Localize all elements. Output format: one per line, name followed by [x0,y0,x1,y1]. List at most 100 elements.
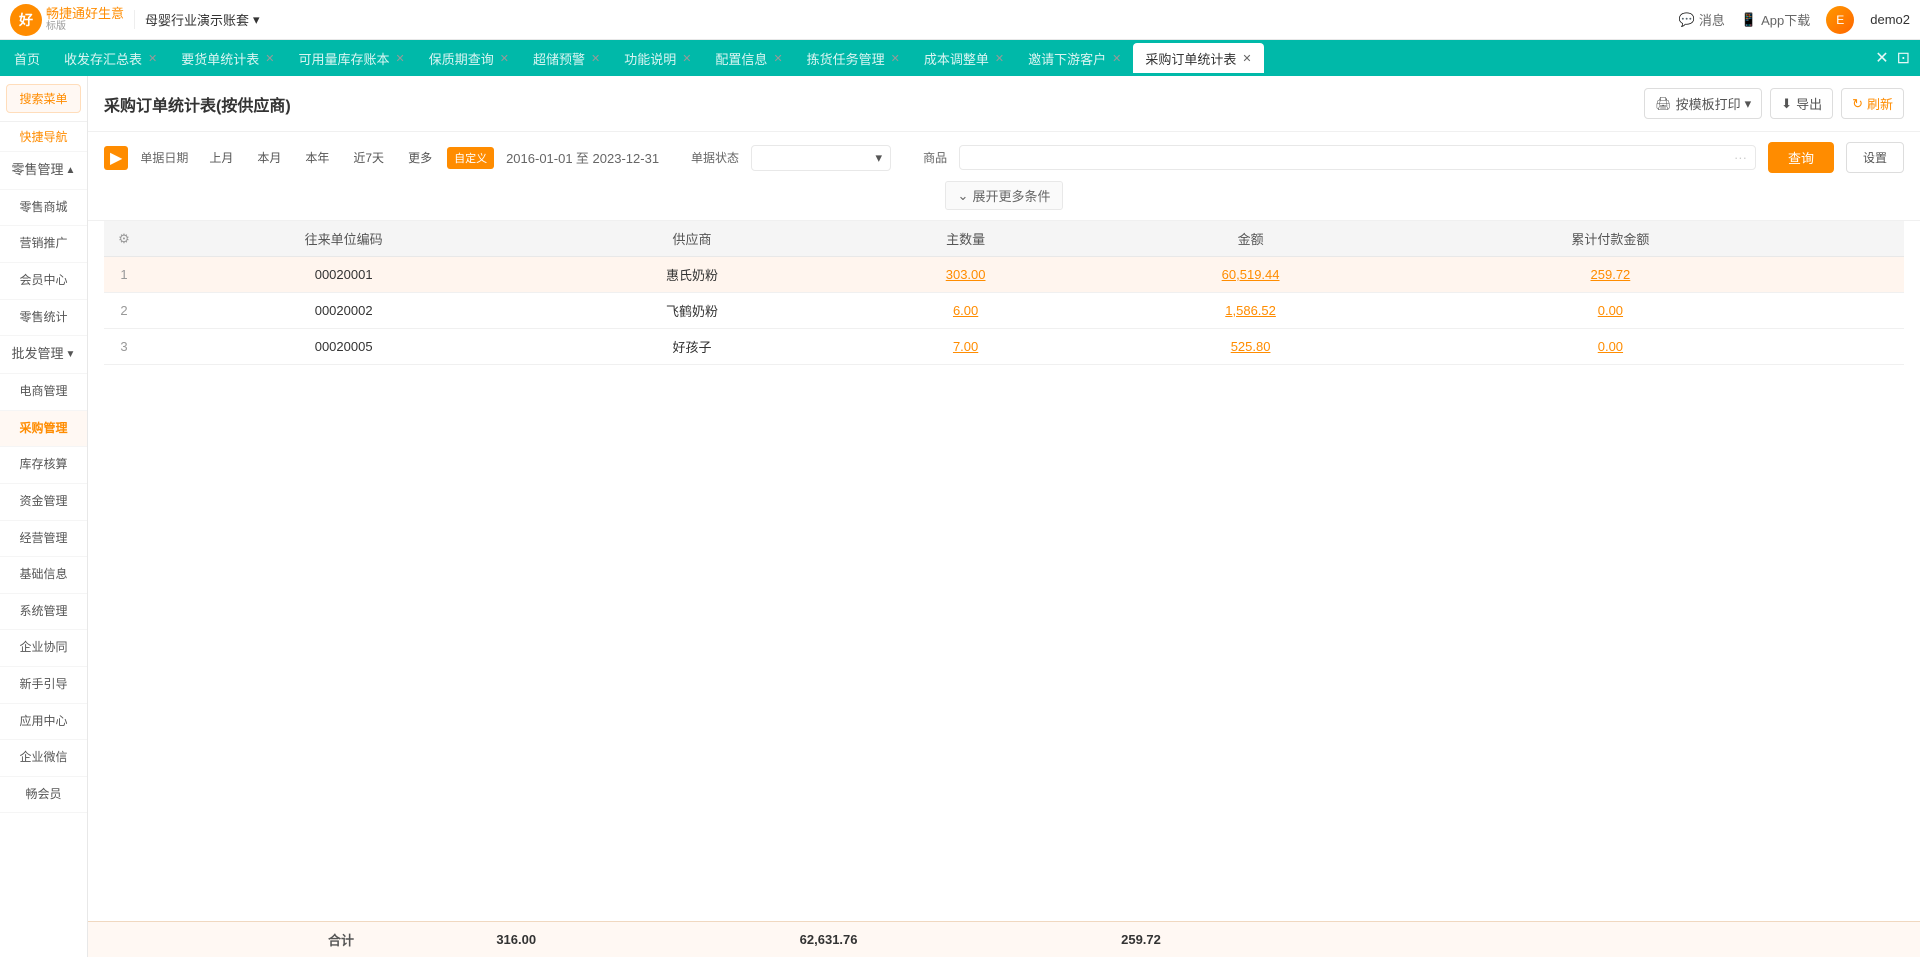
logo-text: 畅捷通好生意 标版 [46,6,124,34]
settings-button[interactable]: 设置 [1846,142,1904,173]
product-input[interactable]: ··· [959,145,1756,170]
sidebar-item-ecommerce-mgmt[interactable]: 电商管理 [0,374,87,411]
expand-more-button[interactable]: ⌄ 展开更多条件 [945,181,1064,210]
tab-close-icon[interactable]: ✕ [265,52,274,65]
nav-tabs: 首页 收发存汇总表 ✕ 要货单统计表 ✕ 可用量库存账本 ✕ 保质期查询 ✕ 超… [0,40,1920,76]
avatar: E [1826,6,1854,34]
tab-close-icon[interactable]: ✕ [891,52,900,65]
tab-config-info[interactable]: 配置信息 ✕ [703,43,794,73]
table-row[interactable]: 2 00020002 飞鹤奶粉 6.00 1,586.52 0.00 [104,293,1904,329]
tab-close-icon[interactable]: ✕ [1112,52,1121,65]
table-header-row: ⚙ 往来单位编码 供应商 主数量 金额 累计付款金额 [104,221,1904,257]
status-select[interactable]: ▾ [751,145,891,171]
table-row[interactable]: 1 00020001 惠氏奶粉 303.00 60,519.44 259.72 [104,257,1904,293]
sidebar-item-new-guide[interactable]: 新手引导 [0,667,87,704]
tab-function-desc[interactable]: 功能说明 ✕ [612,43,703,73]
cell-qty[interactable]: 6.00 [841,293,1091,329]
sidebar-item-retail-stats[interactable]: 零售统计 [0,300,87,337]
date-chip-more[interactable]: 更多 [399,146,441,169]
th-settings[interactable]: ⚙ [104,221,144,257]
th-supplier: 供应商 [543,221,841,257]
tab-home[interactable]: 首页 [2,43,52,73]
tab-close-icon[interactable]: ✕ [995,52,1004,65]
message-icon: 💬 [1679,12,1695,28]
workspace-selector[interactable]: 母婴行业演示账套 ▾ [134,10,260,29]
date-chip-last-month[interactable]: 上月 [200,146,242,169]
export-button[interactable]: ⬇ 导出 [1770,88,1833,119]
filter-collapse-icon[interactable]: ▶ [104,146,128,170]
cell-supplier: 飞鹤奶粉 [543,293,841,329]
date-chips: 上月 本月 本年 近7天 更多 自定义 [200,146,494,169]
tab-close-icon[interactable]: ✕ [591,52,600,65]
app-download-button[interactable]: 📱 App下载 [1741,10,1810,29]
tab-invite-downstream[interactable]: 邀请下游客户 ✕ [1016,43,1133,73]
close-tab-button[interactable]: ✕ [1875,48,1888,68]
quick-nav-button[interactable]: 快捷导航 [0,122,87,152]
date-chip-7days[interactable]: 近7天 [344,146,393,169]
cell-paid[interactable]: 0.00 [1411,293,1810,329]
expand-row: ⌄ 展开更多条件 [104,181,1904,210]
user-name[interactable]: demo2 [1870,12,1910,27]
cell-amount[interactable]: 60,519.44 [1090,257,1410,293]
tab-receive-send[interactable]: 收发存汇总表 ✕ [52,43,169,73]
sidebar-item-app-center[interactable]: 应用中心 [0,704,87,741]
search-menu-button[interactable]: 搜索菜单 [6,84,81,113]
cell-paid[interactable]: 259.72 [1411,257,1810,293]
cell-amount[interactable]: 1,586.52 [1090,293,1410,329]
date-chip-this-month[interactable]: 本月 [248,146,290,169]
date-chip-custom[interactable]: 自定义 [447,147,494,169]
tab-purchase-order-stats[interactable]: 采购订单统计表 ✕ [1133,43,1263,73]
chevron-down-icon: ▾ [1745,96,1752,112]
cell-paid[interactable]: 0.00 [1411,329,1810,365]
refresh-button[interactable]: ↻ 刷新 [1841,88,1904,119]
sidebar-item-retail-mgmt[interactable]: 零售管理 ▲ [0,152,87,190]
sidebar-item-system-mgmt[interactable]: 系统管理 [0,594,87,631]
query-button[interactable]: 查询 [1768,142,1834,173]
message-button[interactable]: 💬 消息 [1679,10,1725,29]
sidebar-item-basic-info[interactable]: 基础信息 [0,557,87,594]
cell-amount[interactable]: 525.80 [1090,329,1410,365]
sidebar-item-member[interactable]: 畅会员 [0,777,87,814]
sidebar-item-operations[interactable]: 经营管理 [0,521,87,558]
tab-close-icon[interactable]: ✕ [500,52,509,65]
maximize-button[interactable]: ⊡ [1897,48,1910,68]
sidebar-item-wholesale-mgmt[interactable]: 批发管理 ▼ [0,336,87,374]
tab-close-icon[interactable]: ✕ [396,52,405,65]
th-amount: 金额 [1090,221,1410,257]
tab-close-icon[interactable]: ✕ [773,52,782,65]
cell-empty [1810,293,1904,329]
chevron-down-icon: ⌄ [958,188,969,204]
table-row[interactable]: 3 00020005 好孩子 7.00 525.80 0.00 [104,329,1904,365]
date-chip-this-year[interactable]: 本年 [296,146,338,169]
chevron-down-icon: ▾ [876,150,883,166]
tab-close-icon[interactable]: ✕ [682,52,691,65]
tab-pick-task[interactable]: 拣货任务管理 ✕ [795,43,912,73]
template-print-button[interactable]: 🖨 按模板打印 ▾ [1644,88,1762,119]
tab-order-stats[interactable]: 要货单统计表 ✕ [169,43,286,73]
cell-supplier: 好孩子 [543,329,841,365]
cell-qty[interactable]: 7.00 [841,329,1091,365]
sidebar-item-inventory[interactable]: 库存核算 [0,447,87,484]
footer-paid: 259.72 [991,932,1291,947]
tab-close-icon[interactable]: ✕ [148,52,157,65]
tab-close-icon[interactable]: ✕ [1242,52,1251,65]
tab-available-stock[interactable]: 可用量库存账本 ✕ [286,43,416,73]
tab-expiry-query[interactable]: 保质期查询 ✕ [417,43,521,73]
sidebar-item-purchase-mgmt[interactable]: 采购管理 [0,411,87,448]
date-filter-label: 单据日期 [140,149,188,166]
product-filter-label: 商品 [923,149,947,166]
sidebar-item-retail-store[interactable]: 零售商城 [0,190,87,227]
cell-qty[interactable]: 303.00 [841,257,1091,293]
sidebar-item-marketing[interactable]: 营销推广 [0,226,87,263]
data-table: ⚙ 往来单位编码 供应商 主数量 金额 累计付款金额 1 00020001 [104,221,1904,365]
content-area: 采购订单统计表(按供应商) 🖨 按模板打印 ▾ ⬇ 导出 ↻ 刷新 [88,76,1920,957]
footer-amount: 62,631.76 [678,932,978,947]
sidebar-item-finance[interactable]: 资金管理 [0,484,87,521]
filter-row-1: ▶ 单据日期 上月 本月 本年 近7天 更多 自定义 2016-01-01 至 … [104,142,1904,173]
table-header: ⚙ 往来单位编码 供应商 主数量 金额 累计付款金额 [104,221,1904,257]
sidebar-item-member-center[interactable]: 会员中心 [0,263,87,300]
tab-overstock[interactable]: 超储预警 ✕ [521,43,612,73]
sidebar-item-enterprise-wechat[interactable]: 企业微信 [0,740,87,777]
sidebar-item-enterprise-collab[interactable]: 企业协同 [0,630,87,667]
tab-cost-adjust[interactable]: 成本调整单 ✕ [912,43,1016,73]
